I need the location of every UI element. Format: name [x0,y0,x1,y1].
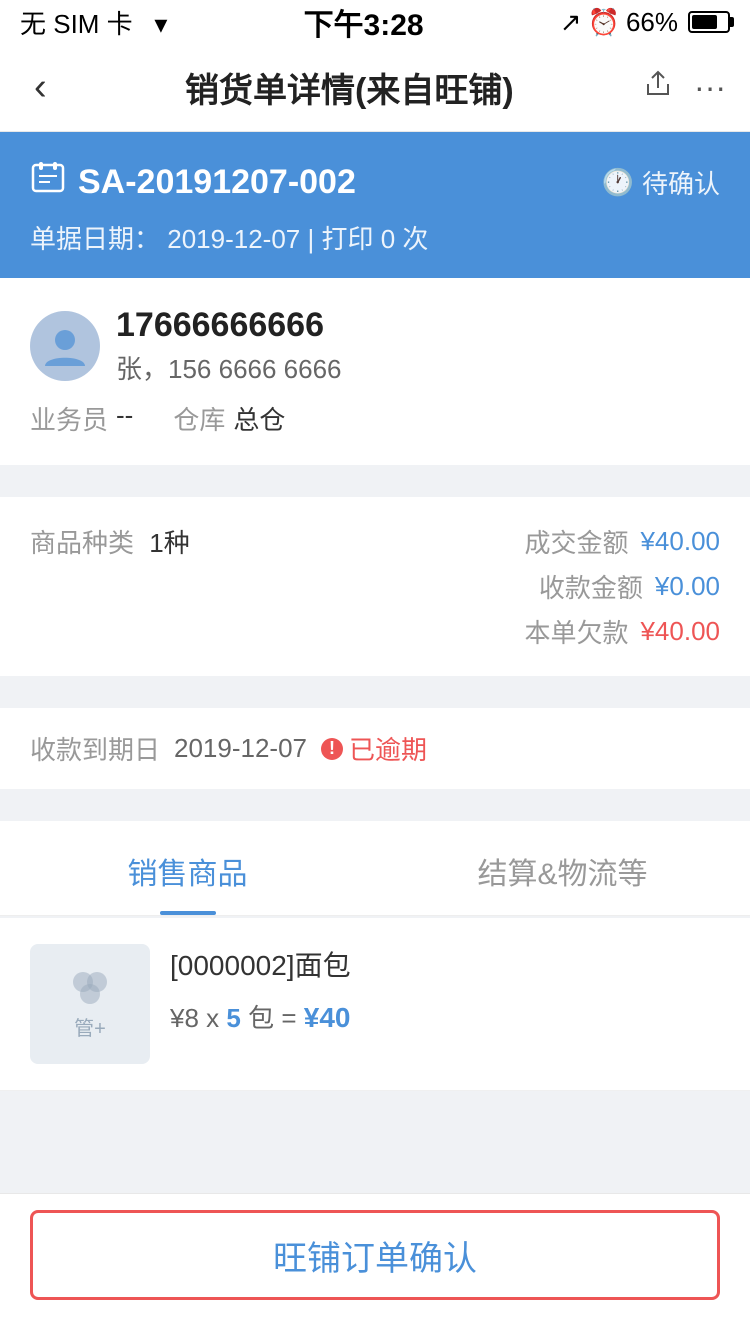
product-thumbnail: 管+ [30,944,150,1064]
tabs-section: 销售商品 结算&物流等 [0,821,750,916]
share-icon[interactable] [642,68,674,108]
price-equals: = [281,1003,303,1033]
price-multiply: x [206,1003,226,1033]
confirm-button-label: 旺铺订单确认 [273,1231,477,1280]
status-right-icons: ↗ ⏰ 66% [560,7,730,38]
summary-section: 商品种类 1种 成交金额 ¥40.00 收款金额 ¥0.00 本单欠款 ¥40.… [0,497,750,676]
date-label: 单据日期： [30,224,160,254]
tab-products-label: 销售商品 [128,858,248,891]
order-status: 🕐 待确认 [602,164,720,201]
product-section: 管+ [0000002]面包 ¥8 x 5 包 = ¥40 [0,918,750,1091]
print-suffix: 次 [402,224,428,254]
product-price-row: ¥8 x 5 包 = ¥40 [170,998,720,1035]
product-quantity: 5 [226,1003,240,1033]
tab-settlement-label: 结算&物流等 [477,858,647,891]
received-value: ¥0.00 [655,571,720,602]
product-thumb-text: 管+ [74,1012,106,1041]
back-button[interactable]: ‹ [24,56,57,119]
product-type: 商品种类 1种 [30,523,190,560]
tab-settlement[interactable]: 结算&物流等 [375,821,750,915]
customer-name: 张，156 6666 6666 [116,349,342,386]
divider-1 [0,481,750,497]
print-label: | 打印 [307,224,373,254]
due-date-value: 2019-12-07 [174,733,307,764]
bottom-bar: 旺铺订单确认 [0,1193,750,1334]
status-bar: 无 SIM 卡 ▾ 下午3:28 ↗ ⏰ 66% [0,0,750,44]
battery-icon [688,11,730,33]
time-display: 下午3:28 [304,0,424,44]
order-header-card: SA-20191207-002 🕐 待确认 单据日期： 2019-12-07 |… [0,132,750,278]
salesman-item: 业务员 -- [30,400,133,437]
product-thumb-inner: 管+ [65,968,115,1041]
avatar [30,311,100,381]
overdue-text: 已逾期 [349,730,427,767]
battery-fill [692,15,717,29]
due-date-section: 收款到期日 2019-12-07 ! 已逾期 [0,708,750,789]
customer-info: 17666666666 张，156 6666 6666 [116,306,342,386]
amount-summary: 成交金额 ¥40.00 收款金额 ¥0.00 本单欠款 ¥40.00 [524,523,720,650]
overdue-dot-icon: ! [321,738,343,760]
overdue-badge: ! 已逾期 [321,730,427,767]
carrier-wifi: 无 SIM 卡 ▾ [20,4,167,41]
date-value: 2019-12-07 [167,224,300,254]
warehouse-value: 总仓 [233,400,285,437]
product-item: 管+ [0000002]面包 ¥8 x 5 包 = ¥40 [0,918,750,1091]
amount-row: 成交金额 ¥40.00 [524,523,720,560]
page-title: 销货单详情(来自旺铺) [185,63,514,112]
status-text: 待确认 [642,164,720,201]
nav-actions: ··· [642,68,726,108]
amount-value: ¥40.00 [640,526,720,557]
location-icon: ↗ [560,7,582,38]
owed-label: 本单欠款 [524,613,628,650]
due-date-label: 收款到期日 [30,730,160,767]
product-total: ¥40 [304,1002,351,1033]
divider-2 [0,692,750,708]
wifi-icon: ▾ [154,9,167,39]
order-date-row: 单据日期： 2019-12-07 | 打印 0 次 [30,219,720,256]
confirm-button[interactable]: 旺铺订单确认 [30,1210,720,1300]
customer-section: 17666666666 张，156 6666 6666 业务员 -- 仓库 总仓 [0,278,750,465]
print-count: 0 [381,224,395,254]
received-row: 收款金额 ¥0.00 [539,568,720,605]
product-type-value: 1种 [149,528,189,558]
customer-phone: 17666666666 [116,306,342,345]
product-info: [0000002]面包 ¥8 x 5 包 = ¥40 [170,944,720,1064]
alarm-icon: ⏰ [588,7,620,38]
warehouse-label: 仓库 [173,400,225,437]
product-price: ¥8 [170,1003,199,1033]
owed-value: ¥40.00 [640,616,720,647]
order-id-icon [30,160,66,205]
product-type-label: 商品种类 [30,528,134,558]
order-id: SA-20191207-002 [30,160,356,205]
owed-row: 本单欠款 ¥40.00 [524,613,720,650]
divider-3 [0,805,750,821]
salesman-label: 业务员 [30,400,108,437]
order-id-text: SA-20191207-002 [78,163,356,202]
customer-meta: 业务员 -- 仓库 总仓 [30,400,720,437]
product-unit: 包 [248,1003,274,1033]
tab-products[interactable]: 销售商品 [0,821,375,915]
status-clock-icon: 🕐 [602,167,634,198]
battery-percent: 66% [626,7,678,38]
tabs-header: 销售商品 结算&物流等 [0,821,750,916]
amount-label: 成交金额 [524,523,628,560]
salesman-value: -- [116,400,133,437]
more-icon[interactable]: ··· [694,69,726,106]
warehouse-item: 仓库 总仓 [173,400,285,437]
product-name: [0000002]面包 [170,944,720,984]
nav-bar: ‹ 销货单详情(来自旺铺) ··· [0,44,750,132]
carrier-text: 无 SIM 卡 [20,9,133,39]
received-label: 收款金额 [539,568,643,605]
